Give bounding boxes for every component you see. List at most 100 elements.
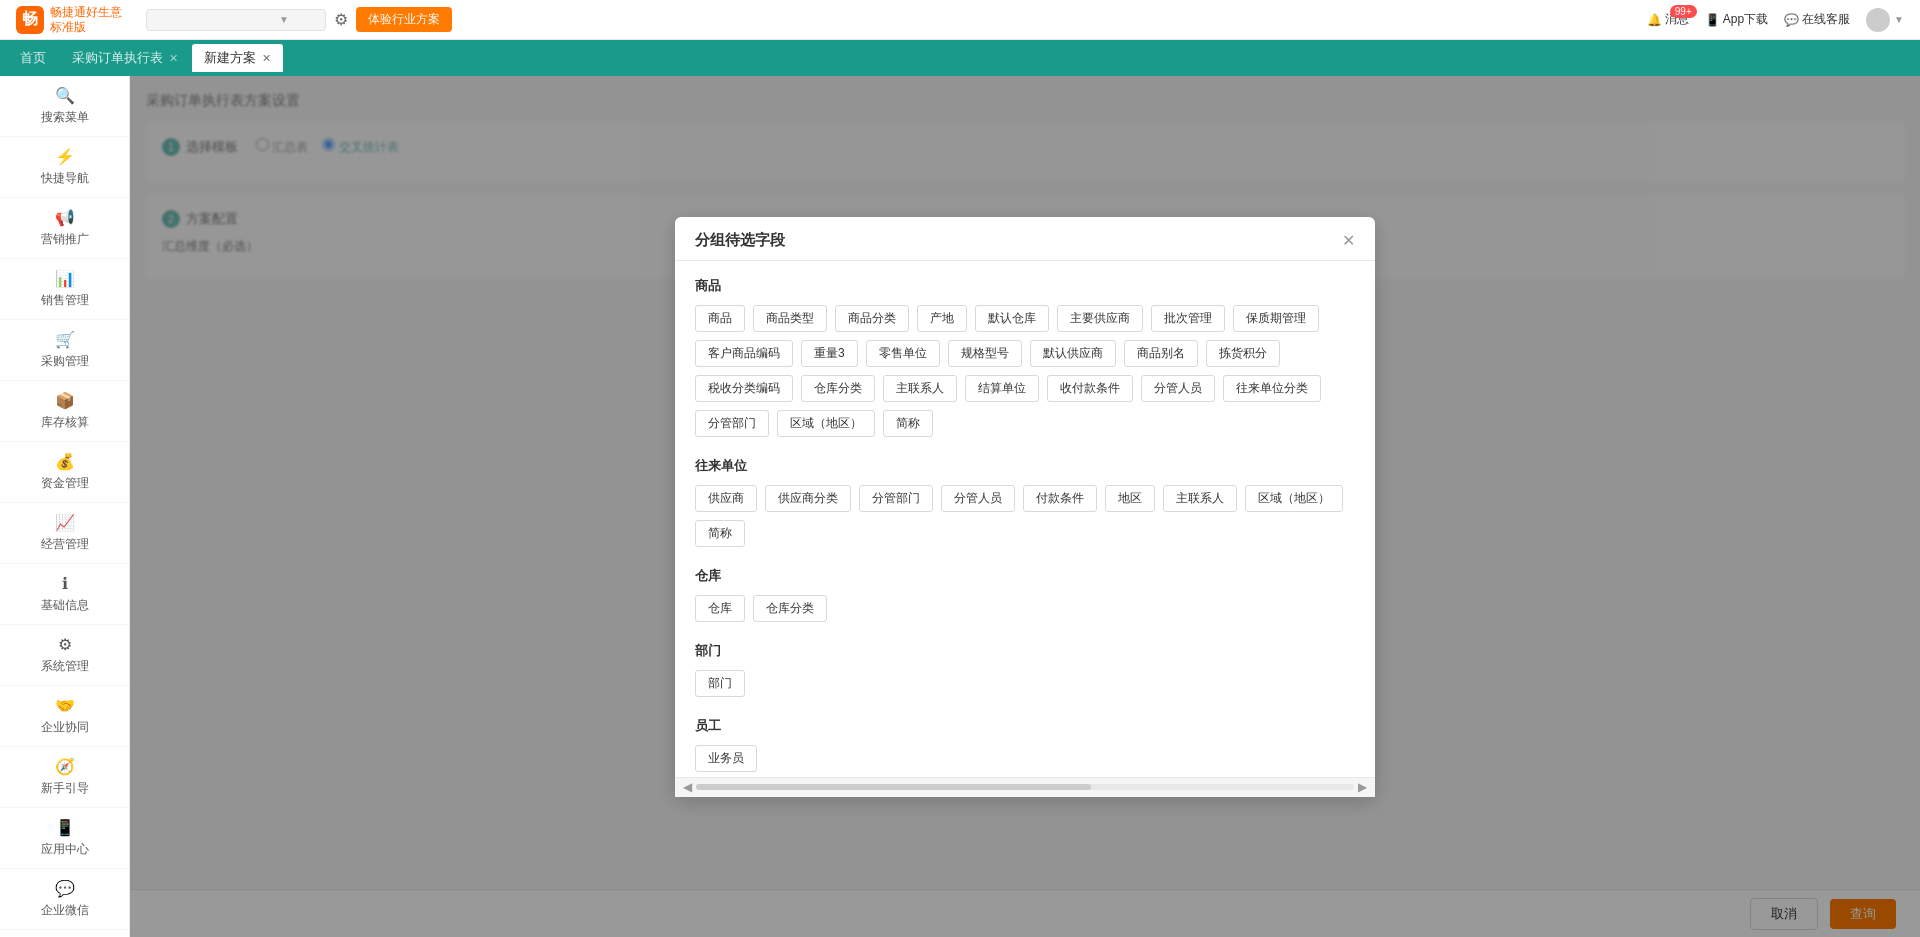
sidebar-item-operation[interactable]: 📈 经营管理 <box>0 503 129 564</box>
sidebar-item-search[interactable]: 🔍 搜索菜单 <box>0 76 129 137</box>
field-abbr[interactable]: 简称 <box>883 410 933 437</box>
sidebar-label-sales: 销售管理 <box>41 292 89 309</box>
tab-purchase-close[interactable]: ✕ <box>169 52 178 65</box>
base-icon: ℹ <box>62 574 68 593</box>
section-partner: 往来单位 供应商 供应商分类 分管部门 分管人员 付款条件 地区 主联系人 区域… <box>695 457 1355 547</box>
sidebar-item-collab[interactable]: 🤝 企业协同 <box>0 686 129 747</box>
dropdown-arrow[interactable]: ▼ <box>279 14 289 25</box>
tab-home-label: 首页 <box>20 49 46 67</box>
sidebar-item-finance[interactable]: 💰 资金管理 <box>0 442 129 503</box>
search-box[interactable]: ▼ <box>146 9 326 31</box>
field-pick-points[interactable]: 拣货积分 <box>1206 340 1280 367</box>
field-partner-region[interactable]: 区域（地区） <box>1245 485 1343 512</box>
search-input[interactable] <box>155 13 275 27</box>
field-dept[interactable]: 分管部门 <box>695 410 769 437</box>
sidebar-item-inventory[interactable]: 📦 库存核算 <box>0 381 129 442</box>
field-commodity-category[interactable]: 商品分类 <box>835 305 909 332</box>
sidebar-item-purchase[interactable]: 🛒 采购管理 <box>0 320 129 381</box>
dept-field-grid: 部门 <box>695 670 1355 697</box>
field-area[interactable]: 地区 <box>1105 485 1155 512</box>
field-partner-category[interactable]: 往来单位分类 <box>1223 375 1321 402</box>
field-warehouse-category[interactable]: 仓库分类 <box>801 375 875 402</box>
tab-home[interactable]: 首页 <box>8 44 58 72</box>
quick-icon: ⚡ <box>55 147 75 166</box>
field-default-supplier[interactable]: 默认供应商 <box>1030 340 1116 367</box>
sidebar-item-apps[interactable]: 📱 应用中心 <box>0 808 129 869</box>
scroll-right-arrow[interactable]: ▶ <box>1358 780 1367 794</box>
tab-new-plan[interactable]: 新建方案 ✕ <box>192 44 283 72</box>
sidebar-label-finance: 资金管理 <box>41 475 89 492</box>
sidebar-item-system[interactable]: ⚙ 系统管理 <box>0 625 129 686</box>
field-supplier[interactable]: 供应商 <box>695 485 757 512</box>
field-partner-abbr[interactable]: 简称 <box>695 520 745 547</box>
sidebar-label-quick: 快捷导航 <box>41 170 89 187</box>
employee-field-grid: 业务员 <box>695 745 1355 772</box>
apps-icon: 📱 <box>55 818 75 837</box>
field-region[interactable]: 区域（地区） <box>777 410 875 437</box>
field-quality-mgmt[interactable]: 保质期管理 <box>1233 305 1319 332</box>
field-wh-category[interactable]: 仓库分类 <box>753 595 827 622</box>
field-main-supplier[interactable]: 主要供应商 <box>1057 305 1143 332</box>
field-tax-code[interactable]: 税收分类编码 <box>695 375 793 402</box>
section-commodity-heading: 商品 <box>695 277 1355 295</box>
field-supervisor[interactable]: 分管人员 <box>1141 375 1215 402</box>
service-icon: 💬 <box>1784 13 1799 27</box>
sidebar-item-member[interactable]: 👑 畅会员 <box>0 930 129 937</box>
sidebar-label-inventory: 库存核算 <box>41 414 89 431</box>
field-department[interactable]: 部门 <box>695 670 745 697</box>
field-payment-terms[interactable]: 收付款条件 <box>1047 375 1133 402</box>
field-supplier-category[interactable]: 供应商分类 <box>765 485 851 512</box>
app-download[interactable]: 📱 App下载 <box>1705 11 1768 28</box>
scroll-left-arrow[interactable]: ◀ <box>683 780 692 794</box>
modal-close-btn[interactable]: ✕ <box>1342 231 1355 250</box>
field-default-warehouse[interactable]: 默认仓库 <box>975 305 1049 332</box>
notification-area[interactable]: 🔔 消息 99+ <box>1647 11 1689 28</box>
field-payment-cond[interactable]: 付款条件 <box>1023 485 1097 512</box>
field-batch-mgmt[interactable]: 批次管理 <box>1151 305 1225 332</box>
section-employee-heading: 员工 <box>695 717 1355 735</box>
field-commodity[interactable]: 商品 <box>695 305 745 332</box>
sidebar-item-guide[interactable]: 🧭 新手引导 <box>0 747 129 808</box>
field-partner-dept[interactable]: 分管部门 <box>859 485 933 512</box>
field-commodity-type[interactable]: 商品类型 <box>753 305 827 332</box>
sidebar-item-base[interactable]: ℹ 基础信息 <box>0 564 129 625</box>
sidebar-label-operation: 经营管理 <box>41 536 89 553</box>
finance-icon: 💰 <box>55 452 75 471</box>
tab-new-plan-label: 新建方案 <box>204 49 256 67</box>
logo-line2: 标准版 <box>50 20 122 34</box>
field-retail-unit[interactable]: 零售单位 <box>866 340 940 367</box>
field-warehouse[interactable]: 仓库 <box>695 595 745 622</box>
field-alias[interactable]: 商品别名 <box>1124 340 1198 367</box>
field-weight3[interactable]: 重量3 <box>801 340 858 367</box>
online-service[interactable]: 💬 在线客服 <box>1784 11 1850 28</box>
sidebar: 🔍 搜索菜单 ⚡ 快捷导航 📢 营销推广 📊 销售管理 🛒 采购管理 📦 库存核… <box>0 76 130 937</box>
field-salesperson[interactable]: 业务员 <box>695 745 757 772</box>
sidebar-label-base: 基础信息 <box>41 597 89 614</box>
field-contact[interactable]: 主联系人 <box>1163 485 1237 512</box>
sidebar-item-wechat[interactable]: 💬 企业微信 <box>0 869 129 930</box>
search-icon: 🔍 <box>55 86 75 105</box>
field-origin[interactable]: 产地 <box>917 305 967 332</box>
gear-icon[interactable]: ⚙ <box>334 10 348 29</box>
tab-new-plan-close[interactable]: ✕ <box>262 52 271 65</box>
header-right: 🔔 消息 99+ 📱 App下载 💬 在线客服 ▼ <box>1647 8 1904 32</box>
sidebar-item-quick[interactable]: ⚡ 快捷导航 <box>0 137 129 198</box>
guide-icon: 🧭 <box>55 757 75 776</box>
field-main-contact[interactable]: 主联系人 <box>883 375 957 402</box>
operation-icon: 📈 <box>55 513 75 532</box>
field-partner-supervisor[interactable]: 分管人员 <box>941 485 1015 512</box>
wechat-icon: 💬 <box>55 879 75 898</box>
user-area[interactable]: ▼ <box>1866 8 1904 32</box>
inventory-icon: 📦 <box>55 391 75 410</box>
sidebar-item-sales[interactable]: 📊 销售管理 <box>0 259 129 320</box>
purchase-icon: 🛒 <box>55 330 75 349</box>
experience-btn[interactable]: 体验行业方案 <box>356 7 452 32</box>
field-settlement-unit[interactable]: 结算单位 <box>965 375 1039 402</box>
header-search: ▼ ⚙ 体验行业方案 <box>146 7 1647 32</box>
field-customer-code[interactable]: 客户商品编码 <box>695 340 793 367</box>
sidebar-label-collab: 企业协同 <box>41 719 89 736</box>
service-label: 在线客服 <box>1802 11 1850 28</box>
field-spec-model[interactable]: 规格型号 <box>948 340 1022 367</box>
tab-purchase-list[interactable]: 采购订单执行表 ✕ <box>60 44 190 72</box>
sidebar-item-marketing[interactable]: 📢 营销推广 <box>0 198 129 259</box>
